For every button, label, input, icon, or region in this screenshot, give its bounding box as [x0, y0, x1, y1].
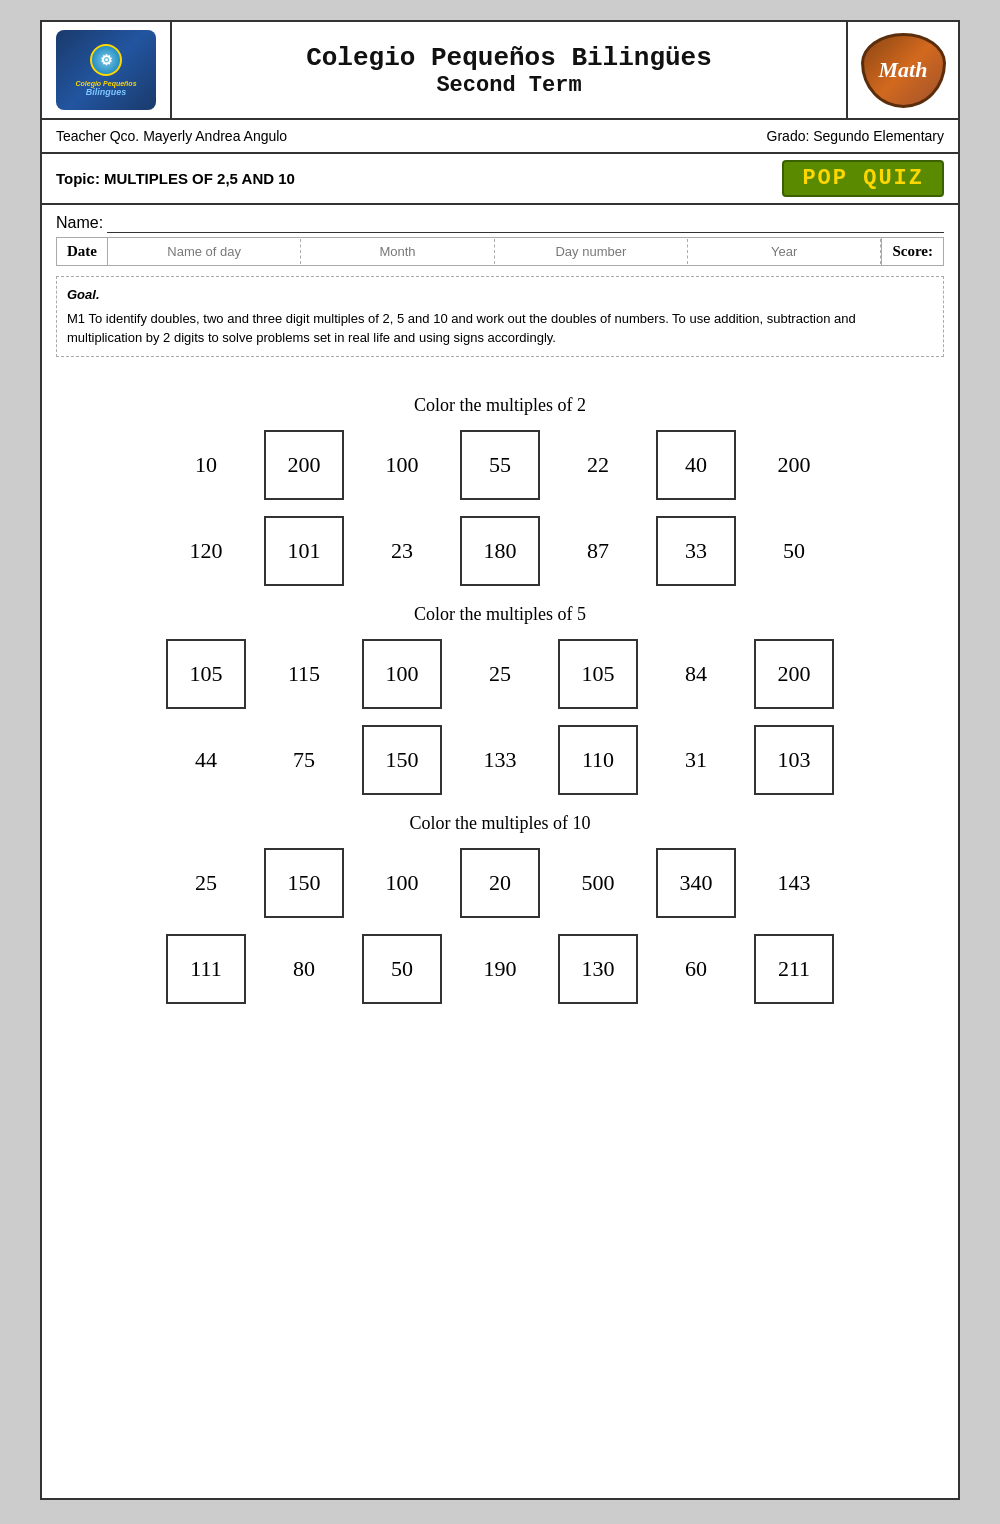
- number-item: 50: [362, 934, 442, 1004]
- goal-text: M1 To identify doubles, two and three di…: [67, 309, 933, 348]
- score-label: Score:: [881, 238, 943, 265]
- multiples-of-2-row2: 120 101 23 180 87 33 50: [82, 516, 918, 586]
- number-item: 150: [362, 725, 442, 795]
- number-item: 87: [558, 516, 638, 586]
- number-item: 130: [558, 934, 638, 1004]
- name-input-line[interactable]: [107, 213, 944, 233]
- year-field[interactable]: Year: [688, 239, 881, 264]
- math-badge-text: Math: [861, 33, 946, 108]
- number-item: 190: [460, 934, 540, 1004]
- teacher-info: Teacher Qco. Mayerly Andrea Angulo: [56, 128, 500, 144]
- number-item: 23: [362, 516, 442, 586]
- number-item: 50: [754, 516, 834, 586]
- grado-info: Grado: Segundo Elementary: [500, 128, 944, 144]
- content-area: Color the multiples of 2 10 200 100 55 22 40 2…: [42, 367, 958, 1030]
- multiples-of-5-title: Color the multiples of 5: [82, 604, 918, 625]
- school-name: Colegio Pequeños Bilingües: [306, 43, 712, 73]
- info-row: Teacher Qco. Mayerly Andrea Angulo Grado…: [42, 120, 958, 154]
- multiples-of-5-row2: 44 75 150 133 110 31 103: [82, 725, 918, 795]
- name-label: Name:: [56, 214, 103, 232]
- math-logo: Math: [848, 22, 958, 118]
- number-item: 103: [754, 725, 834, 795]
- number-item: 40: [656, 430, 736, 500]
- multiples-of-10-row2: 111 80 50 190 130 60 211: [82, 934, 918, 1004]
- number-item: 500: [558, 848, 638, 918]
- number-item: 80: [264, 934, 344, 1004]
- number-item: 22: [558, 430, 638, 500]
- number-item: 133: [460, 725, 540, 795]
- number-item: 180: [460, 516, 540, 586]
- multiples-of-2-row1: 10 200 100 55 22 40 200: [82, 430, 918, 500]
- date-label: Date: [57, 238, 108, 265]
- number-item: 55: [460, 430, 540, 500]
- number-item: 31: [656, 725, 736, 795]
- number-item: 25: [460, 639, 540, 709]
- number-item: 75: [264, 725, 344, 795]
- number-item: 100: [362, 430, 442, 500]
- number-item: 100: [362, 639, 442, 709]
- number-item: 200: [264, 430, 344, 500]
- topic-row: Topic: MULTIPLES OF 2,5 AND 10 POP QUIZ: [42, 154, 958, 205]
- header: ⚙ Colegio Pequeños Bilingues Colegio Peq…: [42, 22, 958, 120]
- number-item: 200: [754, 430, 834, 500]
- multiples-of-10-title: Color the multiples of 10: [82, 813, 918, 834]
- page: ⚙ Colegio Pequeños Bilingues Colegio Peq…: [40, 20, 960, 1500]
- number-item: 120: [166, 516, 246, 586]
- goal-title: Goal.: [67, 285, 933, 305]
- school-logo: ⚙ Colegio Pequeños Bilingues: [42, 22, 172, 118]
- date-row: Date Name of day Month Day number Year S…: [56, 237, 944, 266]
- multiples-of-10-row1: 25 150 100 20 500 340 143: [82, 848, 918, 918]
- number-item: 110: [558, 725, 638, 795]
- day-number-field[interactable]: Day number: [495, 239, 688, 264]
- number-item: 115: [264, 639, 344, 709]
- logo-text2: Bilingues: [86, 87, 127, 97]
- topic-label: Topic: MULTIPLES OF 2,5 AND 10: [56, 170, 782, 187]
- number-item: 33: [656, 516, 736, 586]
- number-item: 200: [754, 639, 834, 709]
- number-item: 25: [166, 848, 246, 918]
- number-item: 84: [656, 639, 736, 709]
- multiples-of-5-row1: 105 115 100 25 105 84 200: [82, 639, 918, 709]
- pop-quiz-badge: POP QUIZ: [782, 160, 944, 197]
- goal-section: Goal. M1 To identify doubles, two and th…: [56, 276, 944, 357]
- month-field[interactable]: Month: [301, 239, 494, 264]
- multiples-of-2-title: Color the multiples of 2: [82, 395, 918, 416]
- name-of-day-field[interactable]: Name of day: [108, 239, 301, 264]
- number-item: 20: [460, 848, 540, 918]
- number-item: 150: [264, 848, 344, 918]
- number-item: 101: [264, 516, 344, 586]
- term-label: Second Term: [436, 73, 581, 98]
- number-item: 60: [656, 934, 736, 1004]
- logo-text1: Colegio Pequeños: [75, 80, 136, 87]
- school-title: Colegio Pequeños Bilingües Second Term: [172, 22, 848, 118]
- number-item: 100: [362, 848, 442, 918]
- number-item: 105: [166, 639, 246, 709]
- logo-circle-icon: ⚙: [90, 44, 122, 76]
- number-item: 143: [754, 848, 834, 918]
- number-item: 340: [656, 848, 736, 918]
- number-item: 105: [558, 639, 638, 709]
- number-item: 111: [166, 934, 246, 1004]
- number-item: 10: [166, 430, 246, 500]
- name-row: Name:: [42, 205, 958, 237]
- number-item: 211: [754, 934, 834, 1004]
- number-item: 44: [166, 725, 246, 795]
